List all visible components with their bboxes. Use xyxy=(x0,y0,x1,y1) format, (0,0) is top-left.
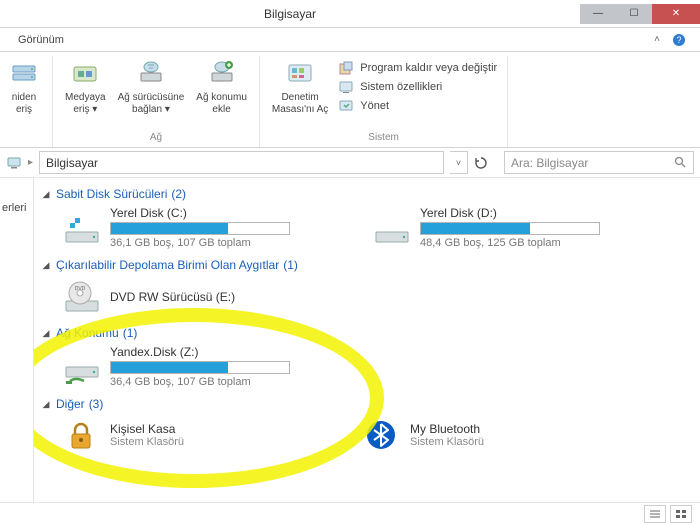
hdd-icon xyxy=(372,208,412,248)
close-button[interactable]: ✕ xyxy=(652,4,700,24)
titlebar: Bilgisayar — ☐ ✕ xyxy=(0,0,700,28)
address-path[interactable]: Bilgisayar xyxy=(39,151,444,174)
ribbon-tabstrip: Görünüm ˄ ? xyxy=(0,28,700,52)
map-drive-icon xyxy=(135,58,167,90)
manage-button[interactable]: Yönet xyxy=(338,98,497,114)
window-controls: — ☐ ✕ xyxy=(580,4,700,24)
address-bar: ▸ Bilgisayar ˅ Ara: Bilgisayar xyxy=(0,148,700,178)
capacity-bar xyxy=(110,222,290,235)
capacity-bar xyxy=(110,361,290,374)
refresh-button[interactable] xyxy=(474,156,498,170)
status-bar xyxy=(0,502,700,524)
ribbon: niden eriş Medyaya eriş ▾ Ağ sürücüsüne … xyxy=(0,52,700,148)
lock-icon xyxy=(62,416,100,454)
svg-text:?: ? xyxy=(676,35,681,45)
ribbon-group-partial: niden eriş xyxy=(0,56,53,147)
window-title: Bilgisayar xyxy=(0,7,580,21)
ribbon-group-system: Denetim Masası'nı Aç Program kaldır veya… xyxy=(260,56,508,147)
collapse-icon: ◢ xyxy=(40,189,52,200)
maximize-button[interactable]: ☐ xyxy=(616,4,652,24)
item-bluetooth[interactable]: My Bluetooth Sistem Klasörü xyxy=(362,416,632,454)
add-network-location-button[interactable]: Ağ konumu ekle xyxy=(190,56,253,118)
section-hdd[interactable]: ◢ Sabit Disk Sürücüleri (2) xyxy=(40,184,700,204)
ribbon-network-label: Ağ xyxy=(150,130,162,147)
ribbon-collapse-chevron[interactable]: ˄ xyxy=(648,34,666,45)
svg-text:DVD: DVD xyxy=(75,286,86,292)
manage-icon xyxy=(338,98,354,114)
drive-d[interactable]: Yerel Disk (D:) 48,4 GB boş, 125 GB topl… xyxy=(372,206,652,249)
network-drive-icon xyxy=(62,347,102,387)
media-access-button[interactable]: Medyaya eriş ▾ xyxy=(59,56,112,118)
uninstall-icon xyxy=(338,60,354,76)
search-input[interactable]: Ara: Bilgisayar xyxy=(504,151,694,174)
address-dropdown[interactable]: ˅ xyxy=(450,151,468,174)
media-icon xyxy=(69,58,101,90)
ribbon-system-label: Sistem xyxy=(368,130,399,147)
add-netloc-icon xyxy=(206,58,238,90)
breadcrumb-sep-icon: ▸ xyxy=(28,157,33,168)
drive-z[interactable]: Yandex.Disk (Z:) 36,4 GB boş, 107 GB top… xyxy=(62,345,342,388)
main-pane: ◢ Sabit Disk Sürücüleri (2) Yerel Disk (… xyxy=(34,178,700,502)
navigation-pane[interactable]: erleri xyxy=(0,178,34,502)
collapse-icon: ◢ xyxy=(40,399,52,410)
drive-c[interactable]: Yerel Disk (C:) 36,1 GB boş, 107 GB topl… xyxy=(62,206,342,249)
tab-view[interactable]: Görünüm xyxy=(8,30,74,50)
system-properties-button[interactable]: Sistem özellikleri xyxy=(338,79,497,95)
drive-stack-icon xyxy=(8,58,40,90)
item-personal-vault[interactable]: Kişisel Kasa Sistem Klasörü xyxy=(62,416,332,454)
collapse-icon: ◢ xyxy=(40,260,52,271)
section-other[interactable]: ◢ Diğer (3) xyxy=(40,394,700,414)
ribbon-group-network: Medyaya eriş ▾ Ağ sürücüsüne bağlan ▾ Ağ… xyxy=(53,56,260,147)
control-panel-icon xyxy=(284,58,316,90)
uninstall-programs-button[interactable]: Program kaldır veya değiştir xyxy=(338,60,497,76)
control-panel-button[interactable]: Denetim Masası'nı Aç xyxy=(266,56,334,118)
properties-icon xyxy=(338,79,354,95)
bluetooth-icon xyxy=(362,416,400,454)
drive-dvd[interactable]: DVD DVD RW Sürücüsü (E:) xyxy=(62,277,342,317)
capacity-bar xyxy=(420,222,600,235)
dvd-drive-icon: DVD xyxy=(62,277,102,317)
map-network-drive-button[interactable]: Ağ sürücüsüne bağlan ▾ xyxy=(112,56,191,118)
computer-icon xyxy=(6,155,22,171)
collapse-icon: ◢ xyxy=(40,328,52,339)
content-area: erleri ◢ Sabit Disk Sürücüleri (2) Yerel… xyxy=(0,178,700,502)
ribbon-partial-button[interactable]: niden eriş xyxy=(2,56,46,118)
search-icon xyxy=(674,156,687,169)
ribbon-partial-label: niden eriş xyxy=(12,92,36,116)
hdd-icon xyxy=(62,208,102,248)
section-removable[interactable]: ◢ Çıkarılabilir Depolama Birimi Olan Ayg… xyxy=(40,255,700,275)
section-network[interactable]: ◢ Ağ Konumu (1) xyxy=(40,323,700,343)
minimize-button[interactable]: — xyxy=(580,4,616,24)
help-icon[interactable]: ? xyxy=(666,33,692,47)
